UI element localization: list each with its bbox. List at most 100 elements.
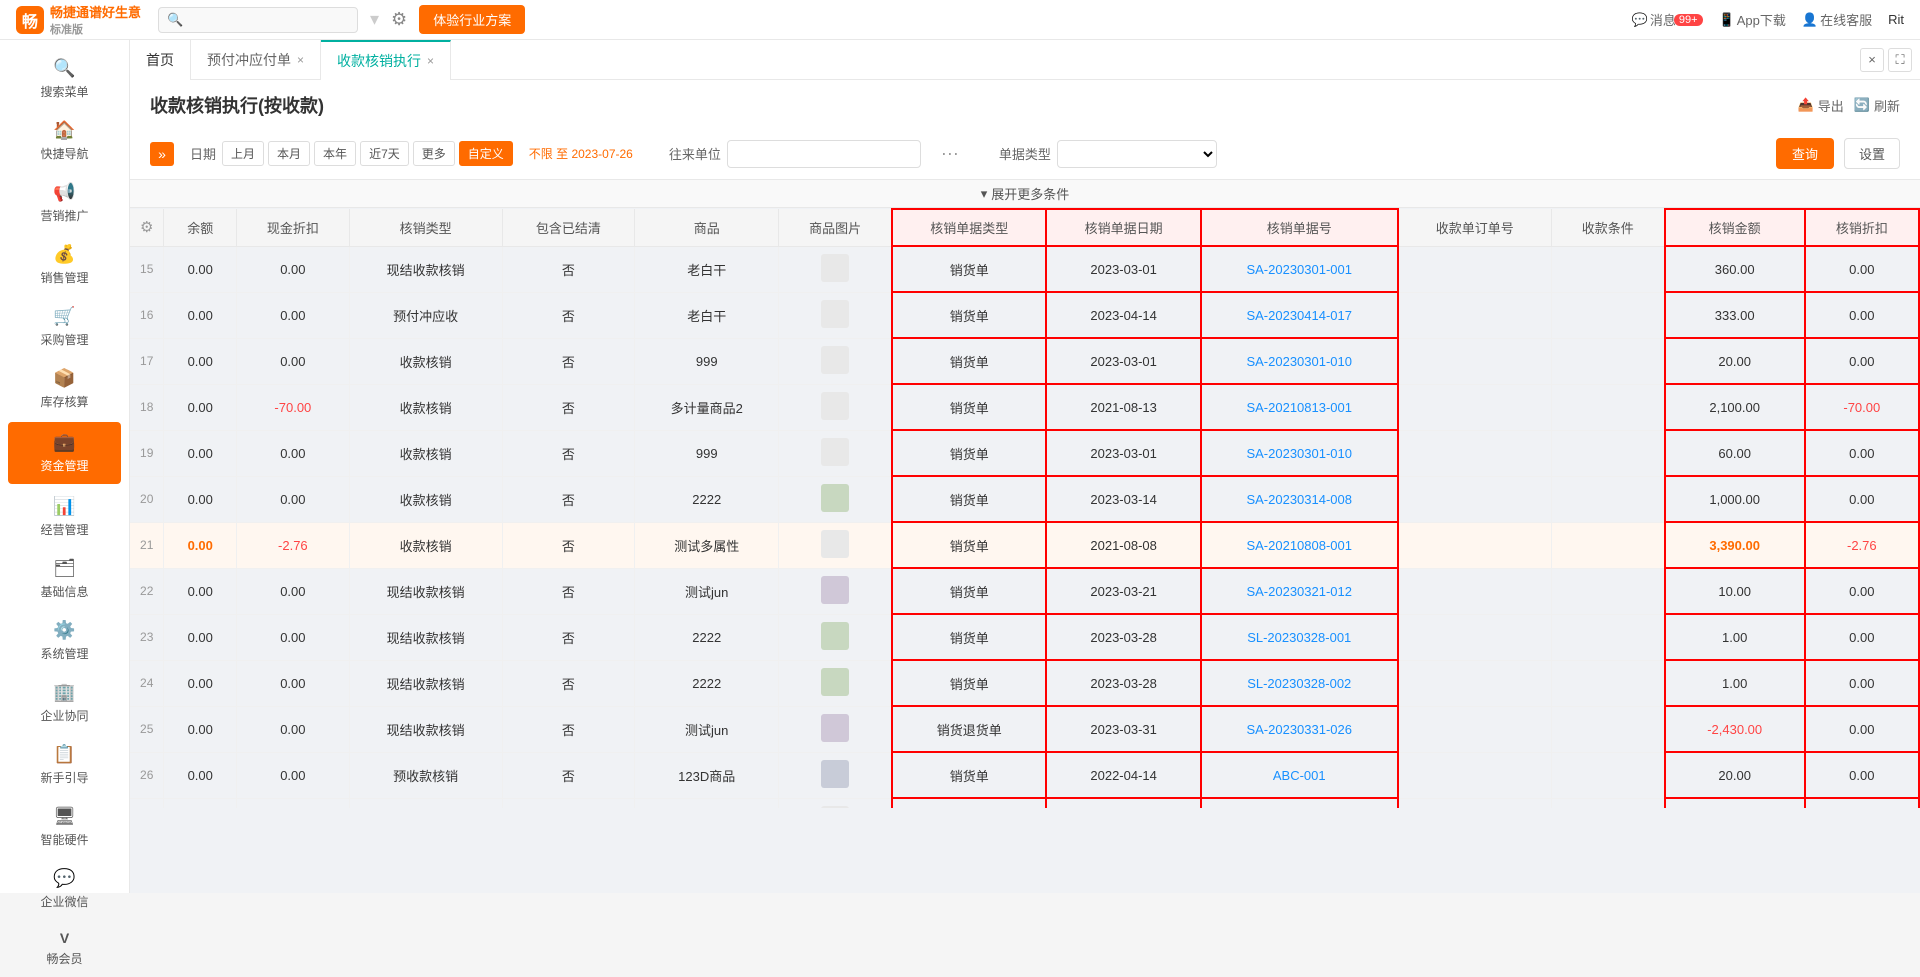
message-icon: 💬	[1632, 12, 1648, 28]
message-area[interactable]: 💬 消息 99+	[1632, 10, 1703, 29]
product-thumbnail	[821, 576, 849, 604]
row-gear: 15	[130, 246, 164, 292]
verify-doc-date-cell: 2023-03-31	[1046, 706, 1200, 752]
verify-doc-no-link[interactable]: ABC-001	[1273, 768, 1326, 783]
verify-doc-no-link[interactable]: SL-20230328-001	[1247, 630, 1351, 645]
sidebar-item-quick-nav[interactable]: 🏠 快捷导航	[0, 110, 129, 172]
product-thumbnail	[821, 438, 849, 466]
sidebar-item-marketing[interactable]: 📢 营销推广	[0, 172, 129, 234]
tab-home[interactable]: 首页	[130, 40, 191, 80]
date-btn-7days[interactable]: 近7天	[360, 141, 409, 166]
col-verify-doc-date-header: 核销单据日期	[1046, 209, 1200, 246]
tab-home-label: 首页	[146, 50, 174, 70]
col-cash-discount-header: 现金折扣	[237, 209, 350, 246]
sidebar-item-operations[interactable]: 📊 经营管理	[0, 486, 129, 548]
verify-doc-no-cell: ABC-001	[1201, 752, 1398, 798]
verify-doc-no-link[interactable]: SA-20230301-001	[1246, 262, 1352, 277]
tab-prepay-close[interactable]: ×	[297, 53, 304, 67]
row-gear: 26	[130, 752, 164, 798]
verify-amount-cell: -2,430.00	[1665, 706, 1805, 752]
date-btn-custom[interactable]: 自定义	[459, 141, 513, 166]
sales-icon: 💰	[53, 244, 75, 265]
date-btn-this-year[interactable]: 本年	[314, 141, 356, 166]
partner-input[interactable]	[727, 140, 921, 168]
tab-collection-verify[interactable]: 收款核销执行 ×	[321, 40, 451, 80]
date-btn-last-month[interactable]: 上月	[222, 141, 264, 166]
table-row: 170.000.00收款核销否999销货单2023-03-01SA-202303…	[130, 338, 1919, 384]
sidebar-item-smart-hw[interactable]: 🖥 智能硬件	[0, 796, 129, 858]
app-download-area[interactable]: 📱 App下载	[1719, 10, 1786, 29]
export-button[interactable]: 📤 导出	[1798, 96, 1844, 115]
doc-type-select[interactable]	[1057, 140, 1217, 168]
product-thumbnail	[821, 760, 849, 788]
sidebar-item-member[interactable]: V 畅会员	[0, 920, 129, 977]
verify-doc-no-link[interactable]: SL-20230328-002	[1247, 676, 1351, 691]
product-thumbnail	[821, 392, 849, 420]
filter-expand-button[interactable]: »	[150, 142, 174, 166]
sidebar-item-purchase[interactable]: 🛒 采购管理	[0, 296, 129, 358]
dots-button[interactable]: ···	[937, 143, 963, 164]
marketing-icon: 📢	[53, 182, 75, 203]
verify-doc-no-link[interactable]: SA-20230314-008	[1246, 492, 1352, 507]
basic-info-icon: 🗂	[53, 558, 76, 579]
verify-doc-no-link[interactable]: SA-20210808-001	[1246, 538, 1352, 553]
verify-doc-no-link[interactable]: SA-20210813-001	[1246, 400, 1352, 415]
verify-doc-no-link[interactable]: SA-20230321-012	[1246, 584, 1352, 599]
sidebar-item-inventory[interactable]: 📦 库存核算	[0, 358, 129, 420]
doc-type-filter-group: 单据类型	[999, 140, 1217, 168]
date-btn-this-month[interactable]: 本月	[268, 141, 310, 166]
verify-doc-no-cell: SL-20230408-001	[1201, 798, 1398, 808]
product-thumbnail	[821, 346, 849, 374]
col-gear-header[interactable]: ⚙	[130, 209, 164, 246]
row-gear: 18	[130, 384, 164, 430]
tab-collection-verify-close[interactable]: ×	[427, 54, 434, 68]
verify-discount-cell: -2.76	[1805, 522, 1919, 568]
tab-maximize-button[interactable]: ⛶	[1888, 48, 1912, 72]
verify-doc-no-link[interactable]: SA-20230301-010	[1246, 354, 1352, 369]
refresh-icon: 🔄	[1854, 97, 1870, 113]
verify-doc-date-cell: 2023-03-21	[1046, 568, 1200, 614]
sidebar-item-system[interactable]: ⚙️ 系统管理	[0, 610, 129, 672]
tab-collection-verify-label: 收款核销执行	[337, 51, 421, 71]
system-icon: ⚙️	[53, 620, 75, 641]
verify-discount-cell: 0.00	[1805, 706, 1919, 752]
user-info[interactable]: Rit	[1888, 12, 1904, 27]
sidebar-item-wechat[interactable]: 💬 企业微信	[0, 858, 129, 920]
sidebar-item-sales[interactable]: 💰 销售管理	[0, 234, 129, 296]
verify-doc-no-link[interactable]: SA-20230414-017	[1246, 308, 1352, 323]
table-row: 180.00-70.00收款核销否多计量商品2销货单2021-08-13SA-2…	[130, 384, 1919, 430]
date-note: 不限 至 2023-07-26	[529, 145, 633, 162]
tab-controls: × ⛶	[1860, 48, 1920, 72]
verify-doc-type-cell: 销货单	[892, 338, 1046, 384]
sidebar-item-basic-info[interactable]: 🗂 基础信息	[0, 548, 129, 610]
filter-setting-button[interactable]: 设置	[1844, 138, 1900, 169]
verify-doc-no-cell: SA-20230414-017	[1201, 292, 1398, 338]
refresh-button[interactable]: 🔄 刷新	[1854, 96, 1900, 115]
verify-doc-no-link[interactable]: SA-20230301-010	[1246, 446, 1352, 461]
sidebar-item-finance[interactable]: 💼 资金管理	[8, 422, 121, 484]
dropdown-icon[interactable]: ▾	[370, 9, 379, 30]
solution-button[interactable]: 体验行业方案	[419, 5, 525, 34]
verify-doc-no-link[interactable]: SA-20230331-026	[1246, 722, 1352, 737]
sidebar-item-guide[interactable]: 📋 新手引导	[0, 734, 129, 796]
tab-prepay[interactable]: 预付冲应付单 ×	[191, 40, 321, 80]
query-button[interactable]: 查询	[1776, 138, 1834, 169]
search-input[interactable]	[187, 13, 349, 27]
tab-close-button[interactable]: ×	[1860, 48, 1884, 72]
page-title: 收款核销执行(按收款)	[150, 92, 324, 118]
page-title-row: 收款核销执行(按收款) 📤 导出 🔄 刷新	[150, 92, 1900, 128]
verify-doc-type-cell: 销货单	[892, 246, 1046, 292]
gear-icon[interactable]: ⚙	[391, 9, 407, 30]
main-content: 首页 预付冲应付单 × 收款核销执行 × × ⛶ 收款核销执行(按收款)	[130, 40, 1920, 893]
expand-more-button[interactable]: ▾ 展开更多条件	[981, 184, 1070, 203]
date-btn-more[interactable]: 更多	[413, 141, 455, 166]
sidebar-item-corp[interactable]: 🏢 企业协同	[0, 672, 129, 734]
finance-icon: 💼	[53, 432, 75, 453]
online-service-area[interactable]: 👤 在线客服	[1802, 10, 1872, 29]
verify-amount-cell: 100.00	[1665, 798, 1805, 808]
top-search-bar[interactable]: 🔍	[158, 7, 358, 33]
goods-img-cell	[779, 476, 892, 522]
smart-hw-icon: 🖥	[53, 806, 76, 827]
tab-bar: 首页 预付冲应付单 × 收款核销执行 × × ⛶	[130, 40, 1920, 80]
sidebar-item-search-menu[interactable]: 🔍 搜索菜单	[0, 48, 129, 110]
